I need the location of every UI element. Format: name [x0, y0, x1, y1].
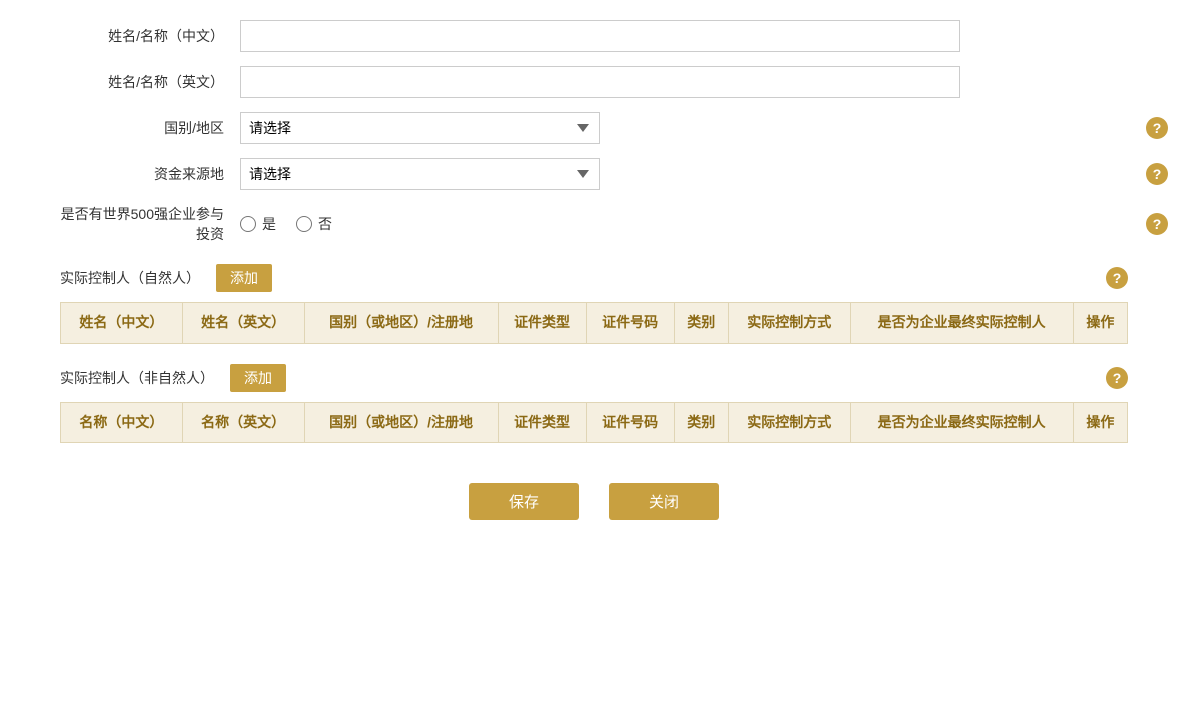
fortune500-help-icon[interactable]: ?: [1146, 213, 1168, 235]
natural-section-header: 实际控制人（自然人） 添加 ?: [60, 264, 1128, 292]
non-natural-col-country: 国别（或地区）/注册地: [304, 402, 498, 443]
non-natural-col-cert-type: 证件类型: [498, 402, 586, 443]
natural-col-name-cn: 姓名（中文）: [61, 303, 183, 344]
natural-col-operation: 操作: [1073, 303, 1127, 344]
fund-source-help-icon[interactable]: ?: [1146, 163, 1168, 185]
natural-col-name-en: 姓名（英文）: [182, 303, 304, 344]
natural-table-header-row: 姓名（中文） 姓名（英文） 国别（或地区）/注册地 证件类型 证件号码 类别 实…: [61, 303, 1128, 344]
name-en-input[interactable]: [240, 66, 960, 98]
natural-col-control-method: 实际控制方式: [728, 303, 850, 344]
fund-source-select[interactable]: 请选择: [240, 158, 600, 190]
name-en-label: 姓名/名称（英文）: [60, 72, 240, 92]
country-row: 国别/地区 请选择 ?: [60, 112, 1128, 144]
natural-person-section: 实际控制人（自然人） 添加 ? 姓名（中文） 姓名（英文） 国别（或地区）/注册…: [60, 264, 1128, 344]
country-select[interactable]: 请选择: [240, 112, 600, 144]
non-natural-person-section: 实际控制人（非自然人） 添加 ? 名称（中文） 名称（英文） 国别（或地区）/注…: [60, 364, 1128, 444]
radio-no-label: 否: [318, 214, 332, 234]
fortune500-radio-group: 是 否: [240, 214, 332, 234]
natural-col-final-controller: 是否为企业最终实际控制人: [850, 303, 1073, 344]
save-button[interactable]: 保存: [469, 483, 579, 520]
form-section: 姓名/名称（中文） 姓名/名称（英文） 国别/地区 请选择 ? 资金来源地 请选…: [60, 20, 1128, 244]
non-natural-col-name-en: 名称（英文）: [182, 402, 304, 443]
non-natural-col-cert-no: 证件号码: [586, 402, 674, 443]
country-select-wrapper: 请选择: [240, 112, 600, 144]
non-natural-col-control-method: 实际控制方式: [728, 402, 850, 443]
country-label: 国别/地区: [60, 118, 240, 138]
fortune500-label: 是否有世界500强企业参与投资: [60, 204, 240, 244]
natural-col-cert-no: 证件号码: [586, 303, 674, 344]
natural-add-button[interactable]: 添加: [216, 264, 272, 292]
fund-source-label: 资金来源地: [60, 164, 240, 184]
non-natural-table-header-row: 名称（中文） 名称（英文） 国别（或地区）/注册地 证件类型 证件号码 类别 实…: [61, 402, 1128, 443]
radio-no-item[interactable]: 否: [296, 214, 332, 234]
non-natural-section-help-icon[interactable]: ?: [1106, 367, 1128, 389]
radio-yes-label: 是: [262, 214, 276, 234]
natural-section-help-icon[interactable]: ?: [1106, 267, 1128, 289]
name-cn-label: 姓名/名称（中文）: [60, 26, 240, 46]
natural-section-title: 实际控制人（自然人）: [60, 268, 200, 288]
radio-no[interactable]: [296, 216, 312, 232]
name-en-row: 姓名/名称（英文）: [60, 66, 1128, 98]
fund-source-select-wrapper: 请选择: [240, 158, 600, 190]
non-natural-section-header: 实际控制人（非自然人） 添加 ?: [60, 364, 1128, 392]
name-cn-input[interactable]: [240, 20, 960, 52]
natural-col-country: 国别（或地区）/注册地: [304, 303, 498, 344]
footer-buttons: 保存 关闭: [60, 483, 1128, 520]
natural-person-table: 姓名（中文） 姓名（英文） 国别（或地区）/注册地 证件类型 证件号码 类别 实…: [60, 302, 1128, 344]
fortune500-row: 是否有世界500强企业参与投资 是 否 ?: [60, 204, 1128, 244]
non-natural-col-name-cn: 名称（中文）: [61, 402, 183, 443]
non-natural-person-table: 名称（中文） 名称（英文） 国别（或地区）/注册地 证件类型 证件号码 类别 实…: [60, 402, 1128, 444]
fund-source-row: 资金来源地 请选择 ?: [60, 158, 1128, 190]
non-natural-col-operation: 操作: [1073, 402, 1127, 443]
radio-yes-item[interactable]: 是: [240, 214, 276, 234]
name-cn-row: 姓名/名称（中文）: [60, 20, 1128, 52]
close-button[interactable]: 关闭: [609, 483, 719, 520]
non-natural-col-category: 类别: [674, 402, 728, 443]
country-help-icon[interactable]: ?: [1146, 117, 1168, 139]
non-natural-section-title: 实际控制人（非自然人）: [60, 368, 214, 388]
radio-yes[interactable]: [240, 216, 256, 232]
non-natural-col-final-controller: 是否为企业最终实际控制人: [850, 402, 1073, 443]
non-natural-add-button[interactable]: 添加: [230, 364, 286, 392]
natural-col-category: 类别: [674, 303, 728, 344]
natural-col-cert-type: 证件类型: [498, 303, 586, 344]
